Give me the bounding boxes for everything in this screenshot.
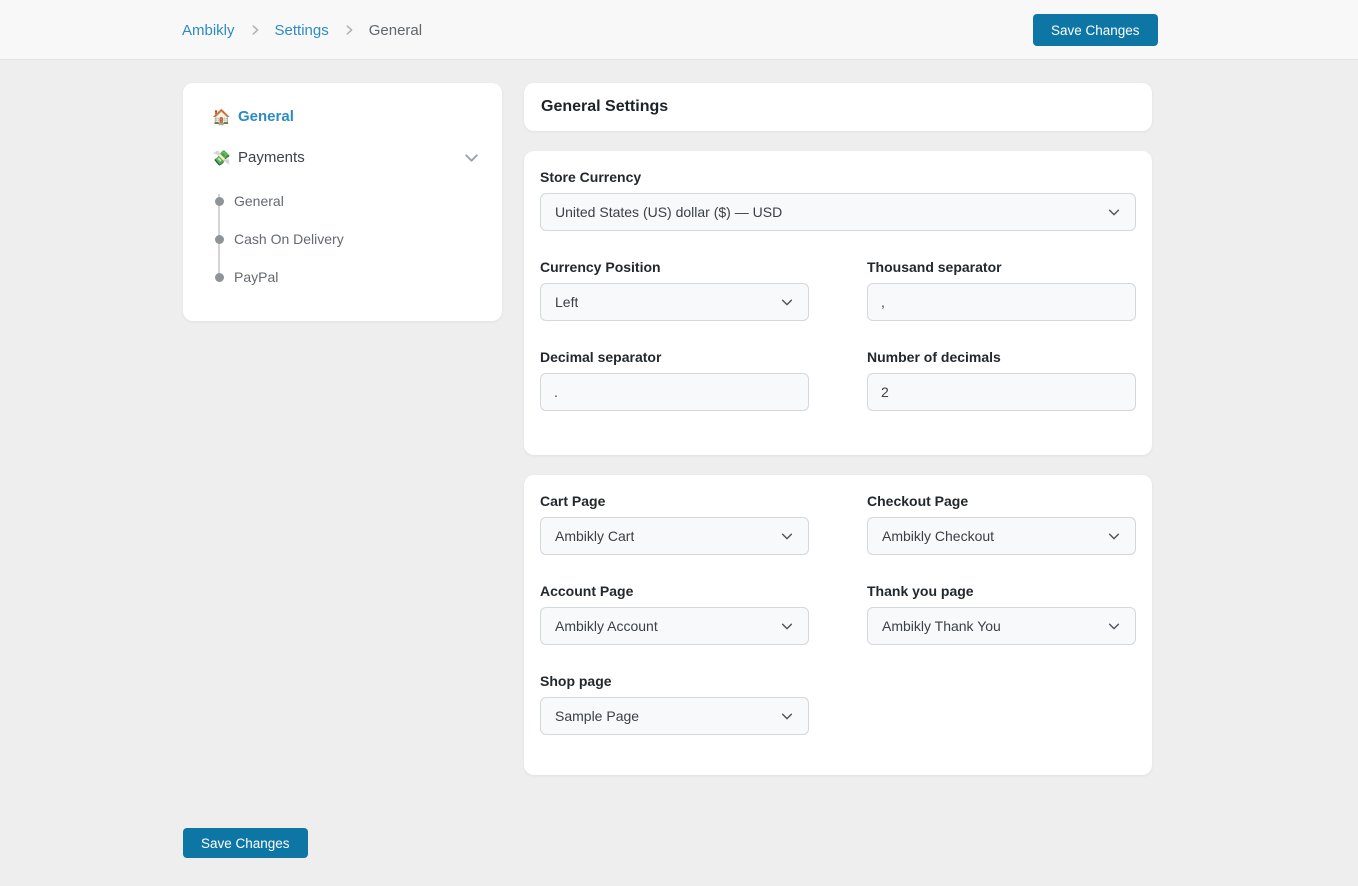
shop-page-label: Shop page xyxy=(540,673,612,689)
account-page-field: Account Page Ambikly Account xyxy=(540,583,809,645)
currency-position-select[interactable]: Left xyxy=(540,283,809,321)
chevron-down-icon xyxy=(1107,529,1121,543)
thank-you-page-select[interactable]: Ambikly Thank You xyxy=(867,607,1136,645)
save-changes-button-top[interactable]: Save Changes xyxy=(1033,14,1158,46)
decimal-separator-input[interactable] xyxy=(540,373,809,411)
breadcrumb-current-general: General xyxy=(368,21,423,39)
subnav-item-label: General xyxy=(234,193,284,209)
thousand-separator-input[interactable] xyxy=(867,283,1136,321)
currency-position-field: Currency Position Left xyxy=(540,259,809,321)
breadcrumb: Ambikly Settings General xyxy=(182,0,422,60)
page-title: General Settings xyxy=(541,98,669,115)
chevron-down-icon xyxy=(780,619,794,633)
checkout-page-label: Checkout Page xyxy=(867,493,969,509)
select-value: Ambikly Account xyxy=(555,618,658,634)
breadcrumb-link-settings[interactable]: Settings xyxy=(275,22,329,39)
sidebar-item-payments[interactable]: 💸 Payments xyxy=(183,137,502,178)
sidebar-item-label: Payments xyxy=(238,149,305,166)
select-value: Ambikly Cart xyxy=(555,528,635,544)
chevron-right-icon xyxy=(248,23,262,37)
number-of-decimals-input[interactable] xyxy=(867,373,1136,411)
select-value: Ambikly Thank You xyxy=(882,618,1001,634)
chevron-down-icon xyxy=(780,709,794,723)
store-currency-field: Store Currency United States (US) dollar… xyxy=(540,169,1136,231)
save-changes-button-bottom[interactable]: Save Changes xyxy=(183,828,308,858)
store-currency-select[interactable]: United States (US) dollar ($) — USD xyxy=(540,193,1136,231)
subnav-item-general[interactable]: General xyxy=(214,182,502,220)
select-value: Ambikly Checkout xyxy=(882,528,995,544)
chevron-down-icon xyxy=(780,295,794,309)
chevron-down-icon xyxy=(1107,205,1121,219)
select-value: Left xyxy=(555,294,579,310)
currency-settings-card: Store Currency United States (US) dollar… xyxy=(524,151,1152,455)
bullet-dot-icon xyxy=(214,196,224,206)
thank-you-page-field: Thank you page Ambikly Thank You xyxy=(867,583,1136,645)
chevron-down-icon[interactable] xyxy=(463,149,480,166)
number-of-decimals-field: Number of decimals xyxy=(867,349,1136,411)
chevron-down-icon xyxy=(780,529,794,543)
select-value: Sample Page xyxy=(555,708,640,724)
money-with-wings-icon: 💸 xyxy=(212,149,231,167)
shop-page-field: Shop page Sample Page xyxy=(540,673,809,735)
subnav-item-cash-on-delivery[interactable]: Cash On Delivery xyxy=(214,220,502,258)
account-page-select[interactable]: Ambikly Account xyxy=(540,607,809,645)
page-title-card: General Settings xyxy=(524,83,1152,131)
cart-page-label: Cart Page xyxy=(540,493,606,509)
sidebar-item-label: General xyxy=(238,108,294,125)
house-icon: 🏠 xyxy=(212,108,231,126)
subnav-item-label: Cash On Delivery xyxy=(234,231,344,247)
topbar: Ambikly Settings General Save Changes xyxy=(0,0,1358,60)
number-of-decimals-label: Number of decimals xyxy=(867,349,1001,365)
chevron-down-icon xyxy=(1107,619,1121,633)
subnav-item-label: PayPal xyxy=(234,269,279,285)
bullet-dot-icon xyxy=(214,234,224,244)
select-value: United States (US) dollar ($) — USD xyxy=(555,204,783,220)
thank-you-page-label: Thank you page xyxy=(867,583,974,599)
checkout-page-field: Checkout Page Ambikly Checkout xyxy=(867,493,1136,555)
settings-nav-sidebar: 🏠 General 💸 Payments General Cash On Del… xyxy=(183,83,502,321)
account-page-label: Account Page xyxy=(540,583,634,599)
checkout-page-select[interactable]: Ambikly Checkout xyxy=(867,517,1136,555)
decimal-separator-label: Decimal separator xyxy=(540,349,662,365)
store-currency-label: Store Currency xyxy=(540,169,642,185)
decimal-separator-field: Decimal separator xyxy=(540,349,809,411)
subnav-item-paypal[interactable]: PayPal xyxy=(214,258,502,296)
chevron-right-icon xyxy=(342,23,356,37)
sidebar-item-general[interactable]: 🏠 General xyxy=(183,96,502,137)
currency-position-label: Currency Position xyxy=(540,259,661,275)
thousand-separator-field: Thousand separator xyxy=(867,259,1136,321)
payments-subnav: General Cash On Delivery PayPal xyxy=(214,182,502,296)
thousand-separator-label: Thousand separator xyxy=(867,259,1002,275)
shop-page-select[interactable]: Sample Page xyxy=(540,697,809,735)
bullet-dot-icon xyxy=(214,272,224,282)
cart-page-select[interactable]: Ambikly Cart xyxy=(540,517,809,555)
pages-settings-card: Cart Page Ambikly Cart Checkout Page Amb… xyxy=(524,475,1152,775)
cart-page-field: Cart Page Ambikly Cart xyxy=(540,493,809,555)
breadcrumb-link-ambikly[interactable]: Ambikly xyxy=(182,22,235,39)
